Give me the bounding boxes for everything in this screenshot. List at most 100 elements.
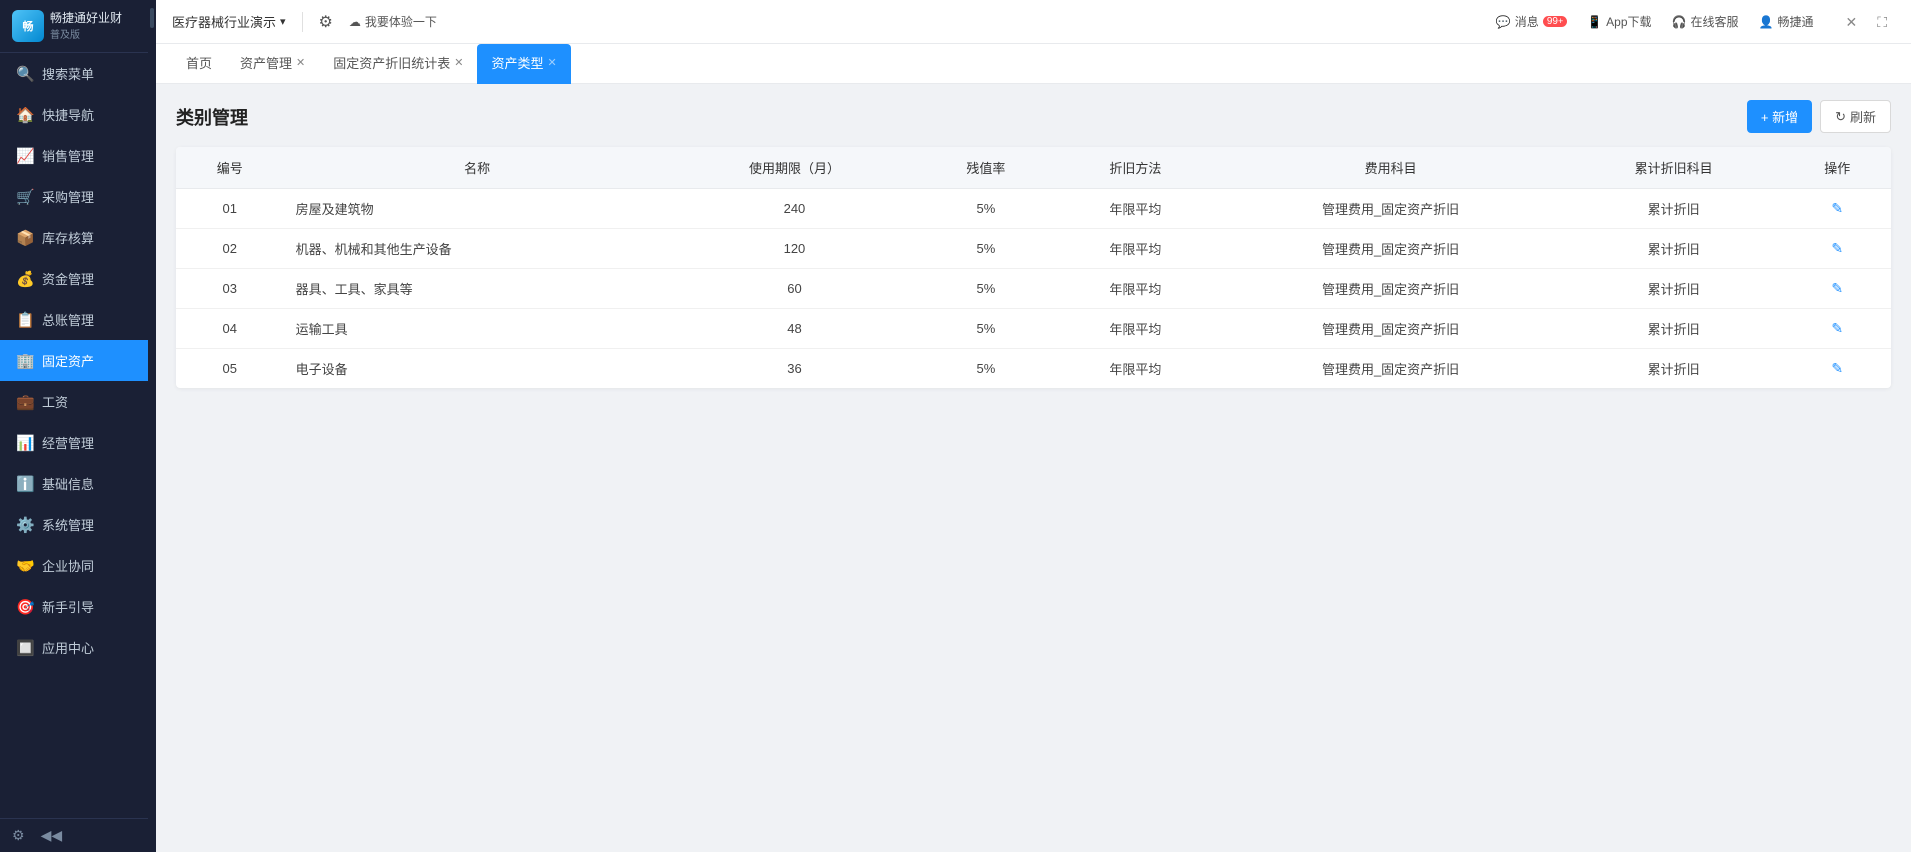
app-center-icon: 🔲 xyxy=(16,639,34,657)
wages-icon: 💼 xyxy=(16,393,34,411)
tab-fixed-asset-stats-label: 固定资产折旧统计表 xyxy=(333,53,450,72)
app-download-button[interactable]: 📱 App下载 xyxy=(1587,13,1651,30)
ledger-icon: 📋 xyxy=(16,311,34,329)
sidebar-item-label: 应用中心 xyxy=(42,638,94,657)
sidebar-item-inventory[interactable]: 📦 库存核算 xyxy=(0,217,148,258)
window-close-btn[interactable]: ✕ xyxy=(1837,0,1865,44)
cell-id-1: 02 xyxy=(176,229,284,269)
company-selector[interactable]: 医疗器械行业演示 ▾ xyxy=(172,12,286,31)
page-title: 类别管理 xyxy=(176,104,248,130)
cell-accumulate-3: 累计折旧 xyxy=(1564,309,1783,349)
tab-asset-type[interactable]: 资产类型 ✕ xyxy=(477,44,570,84)
cell-actions-2: ✎ xyxy=(1783,269,1891,309)
fixed-assets-icon: 🏢 xyxy=(16,352,34,370)
cell-accumulate-4: 累计折旧 xyxy=(1564,349,1783,389)
sidebar-scrolltrack[interactable] xyxy=(148,0,156,852)
funds-icon: 💰 xyxy=(16,270,34,288)
col-header-period: 使用期限（月） xyxy=(671,147,918,189)
sidebar-item-funds[interactable]: 💰 资金管理 xyxy=(0,258,148,299)
sidebar-item-fixed-assets[interactable]: 🏢 固定资产 xyxy=(0,340,148,381)
messages-button[interactable]: 💬 消息 99+ xyxy=(1496,13,1567,30)
sales-icon: 📈 xyxy=(16,147,34,165)
cell-residual-2: 5% xyxy=(918,269,1054,309)
sidebar-item-label: 基础信息 xyxy=(42,474,94,493)
cell-name-1: 机器、机械和其他生产设备 xyxy=(284,229,671,269)
cell-period-4: 36 xyxy=(671,349,918,389)
cell-method-0: 年限平均 xyxy=(1054,189,1218,229)
sidebar-item-guide[interactable]: 🎯 新手引导 xyxy=(0,586,148,627)
edit-button-3[interactable]: ✎ xyxy=(1831,320,1843,336)
sidebar-item-label: 经营管理 xyxy=(42,433,94,452)
cell-actions-3: ✎ xyxy=(1783,309,1891,349)
topbar-divider xyxy=(302,12,303,32)
cell-period-2: 60 xyxy=(671,269,918,309)
cell-accumulate-1: 累计折旧 xyxy=(1564,229,1783,269)
system-icon: ⚙️ xyxy=(16,516,34,534)
online-service-button[interactable]: 🎧 在线客服 xyxy=(1672,13,1739,30)
refresh-button[interactable]: ↻ 刷新 xyxy=(1820,100,1891,133)
cell-id-2: 03 xyxy=(176,269,284,309)
sidebar-logo: 畅 畅捷通好业财 普及版 xyxy=(0,0,148,53)
edit-button-2[interactable]: ✎ xyxy=(1831,280,1843,296)
user-label: 畅捷通 xyxy=(1777,13,1813,30)
cell-period-1: 120 xyxy=(671,229,918,269)
tab-asset-mgmt-close[interactable]: ✕ xyxy=(296,56,305,69)
sidebar-item-system[interactable]: ⚙️ 系统管理 xyxy=(0,504,148,545)
sidebar-item-app-center[interactable]: 🔲 应用中心 xyxy=(0,627,148,668)
tabs-bar: 首页 资产管理 ✕ 固定资产折旧统计表 ✕ 资产类型 ✕ xyxy=(156,44,1911,84)
cell-method-2: 年限平均 xyxy=(1054,269,1218,309)
sidebar-item-ledger[interactable]: 📋 总账管理 xyxy=(0,299,148,340)
tab-home-label: 首页 xyxy=(186,53,212,72)
tab-fixed-asset-stats[interactable]: 固定资产折旧统计表 ✕ xyxy=(319,44,477,84)
sidebar-item-search[interactable]: 🔍 搜索菜单 xyxy=(0,53,148,94)
enterprise-icon: 🤝 xyxy=(16,557,34,575)
cell-expense-3: 管理费用_固定资产折旧 xyxy=(1217,309,1564,349)
tab-asset-mgmt-label: 资产管理 xyxy=(240,53,292,72)
cell-id-3: 04 xyxy=(176,309,284,349)
edit-button-0[interactable]: ✎ xyxy=(1831,200,1843,216)
col-header-actions: 操作 xyxy=(1783,147,1891,189)
tab-asset-mgmt[interactable]: 资产管理 ✕ xyxy=(226,44,319,84)
sidebar-item-wages[interactable]: 💼 工资 xyxy=(0,381,148,422)
sidebar-item-operations[interactable]: 📊 经营管理 xyxy=(0,422,148,463)
new-button[interactable]: + 新增 xyxy=(1747,100,1812,133)
table-row: 01 房屋及建筑物 240 5% 年限平均 管理费用_固定资产折旧 累计折旧 ✎ xyxy=(176,189,1891,229)
sidebar-item-quick-nav[interactable]: 🏠 快捷导航 xyxy=(0,94,148,135)
cell-residual-4: 5% xyxy=(918,349,1054,389)
sidebar-item-basic-info[interactable]: ℹ️ 基础信息 xyxy=(0,463,148,504)
col-header-name: 名称 xyxy=(284,147,671,189)
inventory-icon: 📦 xyxy=(16,229,34,247)
trial-button[interactable]: ☁ 我要体验一下 xyxy=(349,13,437,30)
tab-asset-type-close[interactable]: ✕ xyxy=(548,56,557,69)
sidebar-menu: 🔍 搜索菜单 🏠 快捷导航 📈 销售管理 🛒 采购管理 📦 库存核算 💰 xyxy=(0,53,148,818)
collapse-icon[interactable]: ◀◀ xyxy=(41,827,63,844)
settings-bottom-icon[interactable]: ⚙ xyxy=(12,827,25,844)
online-service-icon: 🎧 xyxy=(1672,15,1687,29)
tab-home[interactable]: 首页 xyxy=(172,44,226,84)
cell-period-3: 48 xyxy=(671,309,918,349)
basic-info-icon: ℹ️ xyxy=(16,475,34,493)
sidebar-item-sales[interactable]: 📈 销售管理 xyxy=(0,135,148,176)
topbar-settings-icon[interactable]: ⚙ xyxy=(319,12,333,32)
sidebar-item-enterprise[interactable]: 🤝 企业协同 xyxy=(0,545,148,586)
cell-accumulate-2: 累计折旧 xyxy=(1564,269,1783,309)
cell-actions-0: ✎ xyxy=(1783,189,1891,229)
window-maximize-btn[interactable]: ⛶ xyxy=(1869,0,1895,44)
sidebar-item-label: 库存核算 xyxy=(42,228,94,247)
online-service-label: 在线客服 xyxy=(1690,13,1738,30)
sidebar-item-label: 快捷导航 xyxy=(42,105,94,124)
data-table: 编号 名称 使用期限（月） 残值率 折旧方法 费用科目 累计折旧科目 操作 01… xyxy=(176,147,1891,388)
col-header-accumulate: 累计折旧科目 xyxy=(1564,147,1783,189)
sidebar-item-label: 固定资产 xyxy=(42,351,94,370)
edit-button-1[interactable]: ✎ xyxy=(1831,240,1843,256)
tab-fixed-asset-stats-close[interactable]: ✕ xyxy=(454,56,463,69)
search-icon: 🔍 xyxy=(16,65,34,83)
edit-button-4[interactable]: ✎ xyxy=(1831,360,1843,376)
sidebar-item-label: 采购管理 xyxy=(42,187,94,206)
sidebar-scrolltrack-thumb xyxy=(150,8,154,28)
sidebar-item-purchase[interactable]: 🛒 采购管理 xyxy=(0,176,148,217)
sidebar-item-label: 工资 xyxy=(42,392,68,411)
messages-label: 消息 xyxy=(1515,13,1539,30)
user-button[interactable]: 👤 畅捷通 xyxy=(1758,13,1813,30)
cell-name-0: 房屋及建筑物 xyxy=(284,189,671,229)
